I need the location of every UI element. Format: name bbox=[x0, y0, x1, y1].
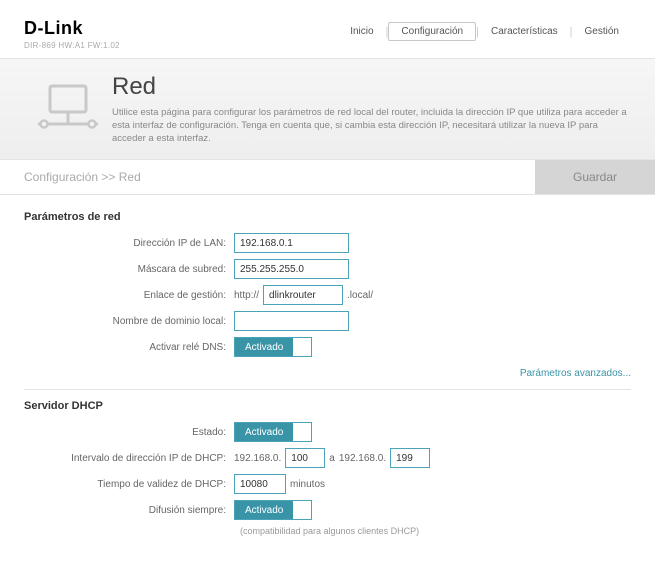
model-label: DIR-869 HW:A1 FW:1.02 bbox=[24, 41, 120, 50]
toggle-on-text: Activado bbox=[235, 338, 293, 356]
nav-management[interactable]: Gestión bbox=[573, 23, 631, 40]
range-prefix2: 192.168.0. bbox=[339, 453, 386, 464]
breadcrumb-row: Configuración >> Red Guardar bbox=[0, 160, 655, 195]
mgmt-host-input[interactable] bbox=[263, 285, 343, 305]
dhcp-lease-input[interactable] bbox=[234, 474, 286, 494]
top-nav: Inicio | Configuración | Características… bbox=[120, 18, 631, 41]
dns-relay-label: Activar relé DNS: bbox=[24, 342, 234, 353]
domain-input[interactable] bbox=[234, 311, 349, 331]
dhcp-always-toggle[interactable]: Activado bbox=[234, 500, 312, 520]
dhcp-always-label: Difusión siempre: bbox=[24, 505, 234, 516]
brand-logo: D-Link bbox=[24, 18, 120, 39]
banner: Red Utilice esta página para configurar … bbox=[0, 58, 655, 160]
subnet-mask-input[interactable] bbox=[234, 259, 349, 279]
logo-block: D-Link DIR-869 HW:A1 FW:1.02 bbox=[24, 18, 120, 50]
network-icon bbox=[24, 73, 112, 145]
range-sep: a bbox=[329, 453, 335, 464]
header: D-Link DIR-869 HW:A1 FW:1.02 Inicio | Co… bbox=[0, 0, 655, 58]
domain-label: Nombre de dominio local: bbox=[24, 316, 234, 327]
lan-ip-input[interactable] bbox=[234, 233, 349, 253]
mgmt-link-label: Enlace de gestión: bbox=[24, 290, 234, 301]
banner-text: Red Utilice esta página para configurar … bbox=[112, 73, 631, 145]
dhcp-range-from-input[interactable] bbox=[285, 448, 325, 468]
lease-unit: minutos bbox=[290, 479, 325, 490]
mgmt-prefix: http:// bbox=[234, 290, 259, 301]
dns-relay-toggle[interactable]: Activado bbox=[234, 337, 312, 357]
nav-home[interactable]: Inicio bbox=[338, 23, 385, 40]
dhcp-lease-label: Tiempo de validez de DHCP: bbox=[24, 479, 234, 490]
mgmt-suffix: .local/ bbox=[347, 290, 373, 301]
section-network-title: Parámetros de red bbox=[24, 211, 631, 223]
range-prefix1: 192.168.0. bbox=[234, 453, 281, 464]
dhcp-state-toggle[interactable]: Activado bbox=[234, 422, 312, 442]
page-title: Red bbox=[112, 73, 631, 101]
save-button[interactable]: Guardar bbox=[535, 160, 655, 194]
advanced-link[interactable]: Parámetros avanzados... bbox=[520, 368, 631, 379]
content: Parámetros de red Dirección IP de LAN: M… bbox=[0, 195, 655, 562]
dhcp-always-hint: (compatibilidad para algunos clientes DH… bbox=[240, 526, 419, 536]
nav-features[interactable]: Características bbox=[479, 23, 570, 40]
lan-ip-label: Dirección IP de LAN: bbox=[24, 238, 234, 249]
subnet-mask-label: Máscara de subred: bbox=[24, 264, 234, 275]
section-dhcp-title: Servidor DHCP bbox=[24, 400, 631, 412]
dhcp-range-label: Intervalo de dirección IP de DHCP: bbox=[24, 453, 234, 464]
breadcrumb: Configuración >> Red bbox=[0, 160, 535, 194]
nav-config[interactable]: Configuración bbox=[388, 22, 476, 41]
dhcp-state-label: Estado: bbox=[24, 427, 234, 438]
page-desc: Utilice esta página para configurar los … bbox=[112, 107, 631, 145]
dhcp-range-to-input[interactable] bbox=[390, 448, 430, 468]
